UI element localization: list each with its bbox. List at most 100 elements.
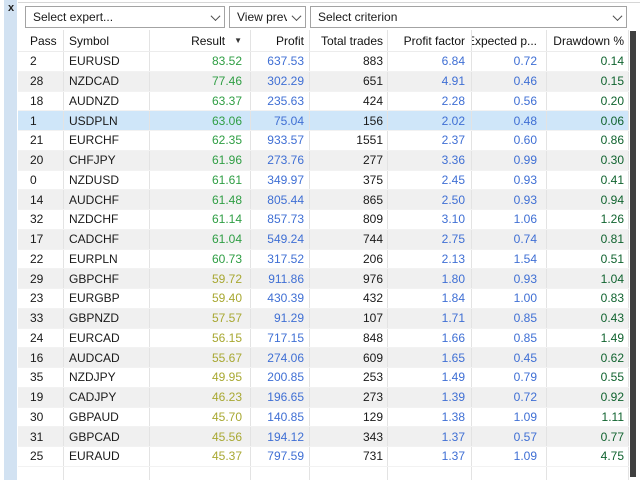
cell-drawdown: 0.06 [547,111,629,130]
cell-total-trades: 731 [310,447,388,466]
close-panel-button[interactable]: x [4,1,18,16]
cell-profit: 717.15 [251,328,310,348]
cell-expected-payoff: 0.93 [472,190,547,209]
cell-drawdown: 0.62 [547,348,629,367]
cell-profit: 273.76 [251,150,310,170]
cell-profit: 349.97 [251,170,310,190]
cell-result: 45.70 [150,407,251,427]
column-header-pass[interactable]: Pass [18,30,64,51]
table-row[interactable]: 33 GBPNZD 57.57 91.29 107 1.71 0.85 0.43 [18,308,629,329]
column-header-profit[interactable]: Profit [251,30,310,51]
table-row[interactable]: 0 NZDUSD 61.61 349.97 375 2.45 0.93 0.41 [18,170,629,191]
cell-result: 63.37 [150,91,251,111]
cell-expected-payoff: 1.54 [472,249,547,269]
table-row[interactable]: 30 GBPAUD 45.70 140.85 129 1.38 1.09 1.1… [18,407,629,428]
view-mode-dropdown[interactable]: View previous c [229,6,306,28]
table-row[interactable]: 21 EURCHF 62.35 933.57 1551 2.37 0.60 0.… [18,131,629,151]
cell-profit-factor: 1.49 [388,368,472,387]
table-row[interactable]: 32 NZDCHF 61.14 857.73 809 3.10 1.06 1.2… [18,210,629,230]
cell-total-trades: 865 [310,190,388,209]
cell-expected-payoff: 0.74 [472,229,547,249]
cell-drawdown: 0.55 [547,368,629,387]
column-header-drawdown[interactable]: Drawdown % [547,30,629,51]
cell-pass: 19 [18,387,64,407]
table-row[interactable]: 22 EURPLN 60.73 317.52 206 2.13 1.54 0.5… [18,249,629,270]
cell-total-trades: 976 [310,269,388,288]
table-row[interactable]: 14 AUDCHF 61.48 805.44 865 2.50 0.93 0.9… [18,190,629,210]
table-row[interactable]: 20 CHFJPY 61.96 273.76 277 3.36 0.99 0.3… [18,150,629,171]
cell-profit-factor: 2.45 [388,170,472,190]
results-table-header: Pass Symbol Result ▼ Profit Total trades… [18,30,629,52]
cell-pass: 25 [18,447,64,466]
cell-drawdown: 0.43 [547,308,629,328]
cell-expected-payoff [472,466,547,480]
cell-total-trades: 375 [310,170,388,190]
table-row[interactable]: 1 USDPLN 63.06 75.04 156 2.02 0.48 0.06 [18,111,629,131]
table-row[interactable]: 2 EURUSD 83.52 637.53 883 6.84 0.72 0.14 [18,52,629,72]
column-header-symbol[interactable]: Symbol [64,30,150,51]
cell-drawdown: 0.92 [547,387,629,407]
column-header-expected-payoff[interactable]: Expected p... [472,30,547,51]
cell-profit-factor [388,466,472,480]
table-row[interactable]: 31 GBPCAD 45.56 194.12 343 1.37 0.57 0.7… [18,427,629,447]
cell-pass: 31 [18,427,64,446]
view-mode-label: View previous c [237,10,287,24]
cell-total-trades: 273 [310,387,388,407]
cell-profit-factor: 1.39 [388,387,472,407]
table-row[interactable]: 23 EURGBP 59.40 430.39 432 1.84 1.00 0.8… [18,289,629,309]
chevron-down-icon [287,7,305,27]
column-header-result[interactable]: Result ▼ [150,30,251,51]
table-row[interactable]: 24 EURCAD 56.15 717.15 848 1.66 0.85 1.4… [18,328,629,349]
cell-drawdown: 0.15 [547,71,629,91]
cell-symbol: NZDJPY [64,368,150,387]
table-row[interactable]: 25 EURAUD 45.37 797.59 731 1.37 1.09 4.7… [18,447,629,467]
cell-pass: 35 [18,368,64,387]
cell-profit: 196.65 [251,387,310,407]
cell-drawdown [547,466,629,480]
table-row[interactable]: 17 CADCHF 61.04 549.24 744 2.75 0.74 0.8… [18,229,629,250]
cell-symbol: GBPAUD [64,407,150,427]
cell-total-trades [310,466,388,480]
cell-profit: 140.85 [251,407,310,427]
cell-symbol: NZDCAD [64,71,150,91]
cell-expected-payoff: 0.85 [472,308,547,328]
cell-profit: 933.57 [251,131,310,150]
table-row[interactable]: 29 GBPCHF 59.72 911.86 976 1.80 0.93 1.0… [18,269,629,289]
cell-profit [251,466,310,480]
table-row[interactable]: 16 AUDCAD 55.67 274.06 609 1.65 0.45 0.6… [18,348,629,368]
cell-pass: 18 [18,91,64,111]
cell-profit: 75.04 [251,111,310,130]
panel-edge-strip [4,0,17,480]
cell-result: 62.35 [150,131,251,150]
cell-profit-factor: 2.02 [388,111,472,130]
vertical-scrollbar-thumb[interactable] [630,31,636,477]
table-row[interactable]: 18 AUDNZD 63.37 235.63 424 2.28 0.56 0.2… [18,91,629,112]
cell-profit: 274.06 [251,348,310,367]
select-criterion-dropdown[interactable]: Select criterion [310,6,627,28]
cell-total-trades: 609 [310,348,388,367]
table-row[interactable]: 19 CADJPY 46.23 196.65 273 1.39 0.72 0.9… [18,387,629,408]
cell-profit-factor: 1.66 [388,328,472,348]
empty-row-area [18,466,629,480]
cell-drawdown: 0.81 [547,229,629,249]
cell-profit-factor: 2.37 [388,131,472,150]
cell-drawdown: 1.26 [547,210,629,229]
cell-profit: 797.59 [251,447,310,466]
cell-profit-factor: 6.84 [388,52,472,71]
cell-pass: 16 [18,348,64,367]
cell-symbol: EURGBP [64,289,150,308]
table-row[interactable]: 35 NZDJPY 49.95 200.85 253 1.49 0.79 0.5… [18,368,629,388]
cell-profit: 235.63 [251,91,310,111]
table-row[interactable]: 28 NZDCAD 77.46 302.29 651 4.91 0.46 0.1… [18,71,629,92]
column-header-total-trades[interactable]: Total trades [310,30,388,51]
chevron-down-icon [206,7,224,27]
select-expert-dropdown[interactable]: Select expert... [25,6,225,28]
cell-total-trades: 253 [310,368,388,387]
cell-result: 59.72 [150,269,251,288]
cell-profit: 200.85 [251,368,310,387]
cell-expected-payoff: 0.46 [472,71,547,91]
cell-result: 46.23 [150,387,251,407]
cell-total-trades: 883 [310,52,388,71]
cell-pass: 33 [18,308,64,328]
column-header-profit-factor[interactable]: Profit factor [388,30,472,51]
